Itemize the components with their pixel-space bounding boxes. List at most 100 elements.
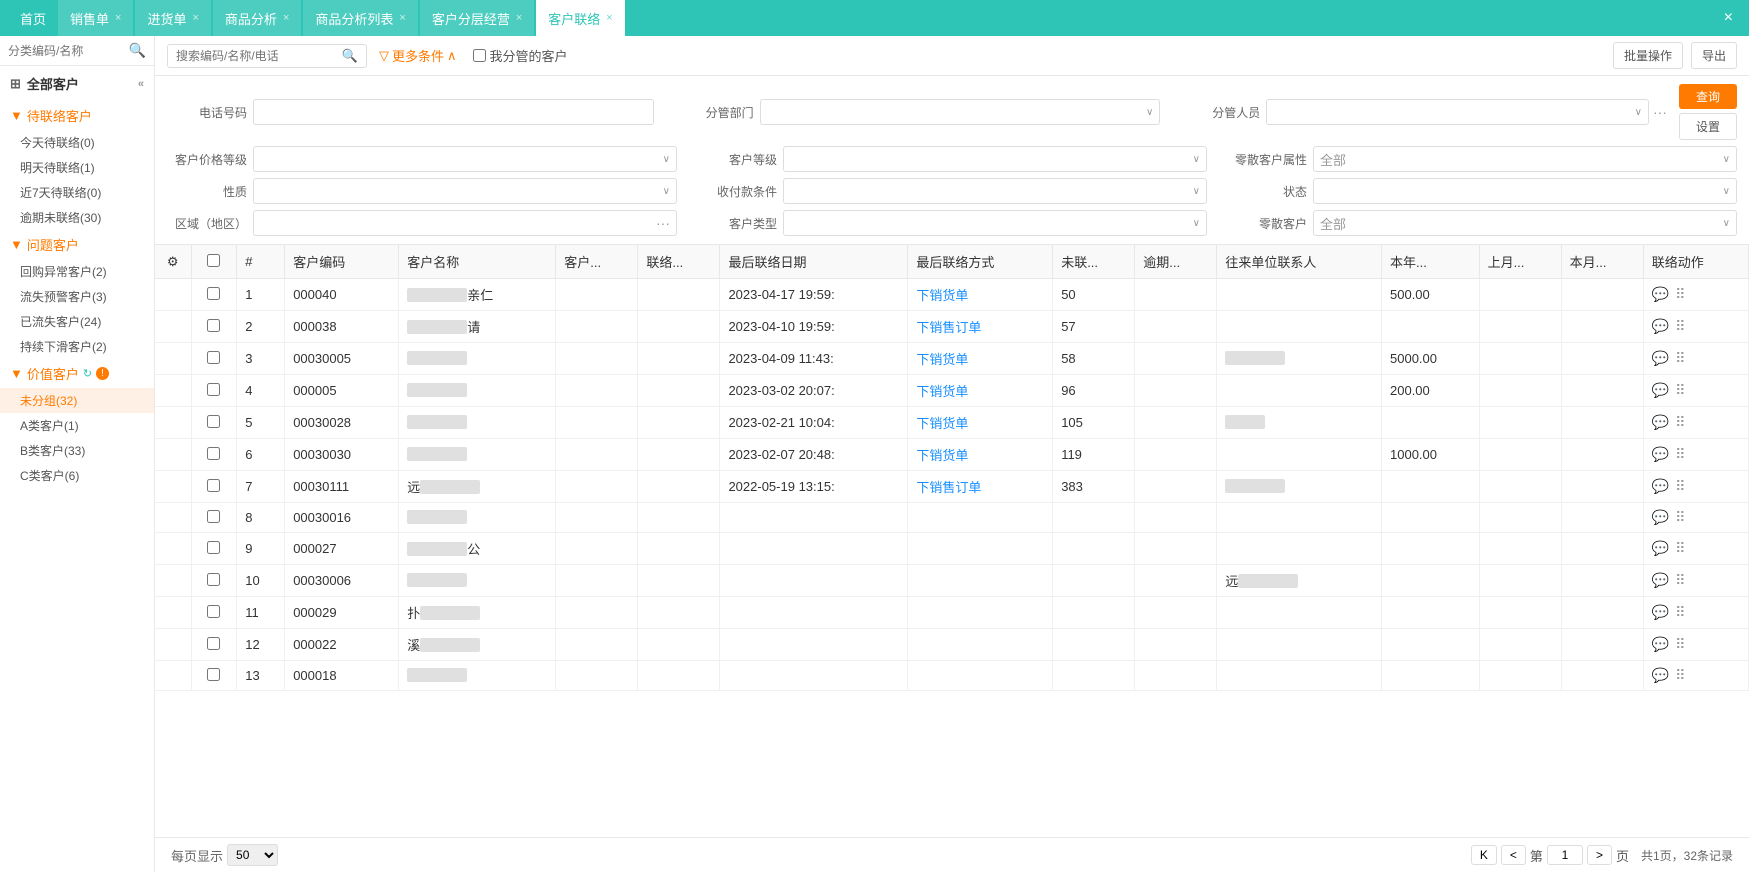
- sparse-attr-select[interactable]: 全部 ∨: [1313, 146, 1737, 172]
- message-icon[interactable]: 💬: [1652, 446, 1669, 463]
- this-month-column-header[interactable]: 本月...: [1561, 245, 1643, 279]
- close-tab-sales-icon[interactable]: ×: [115, 12, 121, 24]
- checkbox-cell[interactable]: [191, 279, 237, 311]
- settings-column-header[interactable]: ⚙: [155, 245, 191, 279]
- message-icon[interactable]: 💬: [1652, 478, 1669, 495]
- message-icon[interactable]: 💬: [1652, 540, 1669, 557]
- search-bar[interactable]: 🔍: [167, 44, 367, 68]
- main-search-input[interactable]: [176, 49, 342, 63]
- last-type-cell[interactable]: 下销货单: [908, 375, 1053, 407]
- person-select[interactable]: ∨: [1266, 99, 1649, 125]
- price-level-select[interactable]: ∨: [253, 146, 677, 172]
- my-customers-check[interactable]: [473, 49, 486, 62]
- close-tab-contact-icon[interactable]: ×: [606, 12, 612, 24]
- home-button[interactable]: 首页: [8, 9, 58, 28]
- message-icon[interactable]: 💬: [1652, 509, 1669, 526]
- reset-button[interactable]: 设置: [1679, 113, 1737, 140]
- checkbox-cell[interactable]: [191, 533, 237, 565]
- export-button[interactable]: 导出: [1691, 42, 1737, 69]
- checkbox-cell[interactable]: [191, 661, 237, 691]
- more-icon[interactable]: ⠿: [1675, 667, 1685, 684]
- name-column-header[interactable]: 客户名称: [399, 245, 556, 279]
- sidebar-item-b-class[interactable]: B类客户(33): [0, 438, 154, 463]
- per-page-selector[interactable]: 每页显示 50 100 200: [171, 844, 278, 866]
- more-icon[interactable]: ⠿: [1675, 478, 1685, 495]
- sidebar-search-icon[interactable]: 🔍: [129, 42, 146, 59]
- last-type-cell[interactable]: 下销货单: [908, 343, 1053, 375]
- close-tab-product-icon[interactable]: ×: [283, 12, 289, 24]
- tab-sales-order[interactable]: 销售单 ×: [58, 0, 133, 36]
- tab-purchase-order[interactable]: 进货单 ×: [135, 0, 210, 36]
- tab-product-analysis[interactable]: 商品分析 ×: [213, 0, 301, 36]
- checkbox-cell[interactable]: [191, 565, 237, 597]
- checkbox-cell[interactable]: [191, 503, 237, 533]
- query-button[interactable]: 查询: [1679, 84, 1737, 109]
- my-customers-checkbox[interactable]: 我分管的客户: [473, 46, 568, 65]
- more-icon[interactable]: ⠿: [1675, 286, 1685, 303]
- overdue-column-header[interactable]: 逾期...: [1135, 245, 1217, 279]
- contact-person-column-header[interactable]: 往来单位联系人: [1217, 245, 1382, 279]
- value-customers-section[interactable]: ▼ 价值客户 ↻ !: [0, 359, 154, 388]
- checkbox-cell[interactable]: [191, 439, 237, 471]
- per-page-select[interactable]: 50 100 200: [227, 844, 278, 866]
- person-dots-icon[interactable]: ···: [1653, 104, 1667, 120]
- last-contact-type-column-header[interactable]: 最后联络方式: [908, 245, 1053, 279]
- sidebar-item-7days[interactable]: 近7天待联络(0): [0, 180, 154, 205]
- sidebar-item-overdue[interactable]: 逾期未联络(30): [0, 205, 154, 230]
- region-dots-icon[interactable]: ···: [656, 215, 670, 231]
- page-number-input[interactable]: [1547, 845, 1583, 865]
- problem-customers-section[interactable]: ▼ 问题客户: [0, 230, 154, 259]
- close-tab-product-list-icon[interactable]: ×: [399, 12, 405, 24]
- code-column-header[interactable]: 客户编码: [285, 245, 399, 279]
- tab-customer-segment[interactable]: 客户分层经营 ×: [420, 0, 534, 36]
- message-icon[interactable]: 💬: [1652, 286, 1669, 303]
- sidebar-item-abnormal[interactable]: 回购异常客户(2): [0, 259, 154, 284]
- more-conditions-button[interactable]: ▽ 更多条件 ∧: [379, 46, 457, 65]
- last-type-cell[interactable]: 下销货单: [908, 439, 1053, 471]
- customer-type-select[interactable]: ∨: [783, 210, 1207, 236]
- checkbox-cell[interactable]: [191, 629, 237, 661]
- more-icon[interactable]: ⠿: [1675, 446, 1685, 463]
- prev-page-button[interactable]: <: [1501, 845, 1526, 865]
- sidebar-item-tomorrow[interactable]: 明天待联络(1): [0, 155, 154, 180]
- message-icon[interactable]: 💬: [1652, 382, 1669, 399]
- last-type-cell[interactable]: 下销货单: [908, 279, 1053, 311]
- close-tab-segment-icon[interactable]: ×: [516, 12, 522, 24]
- message-icon[interactable]: 💬: [1652, 414, 1669, 431]
- more-icon[interactable]: ⠿: [1675, 572, 1685, 589]
- sparse-customer-select[interactable]: 全部 ∨: [1313, 210, 1737, 236]
- sidebar-item-declining[interactable]: 持续下滑客户(2): [0, 334, 154, 359]
- more-icon[interactable]: ⠿: [1675, 509, 1685, 526]
- contact-column-header[interactable]: 联络...: [638, 245, 720, 279]
- batch-operation-button[interactable]: 批量操作: [1613, 42, 1683, 69]
- tab-product-analysis-list[interactable]: 商品分析列表 ×: [303, 0, 417, 36]
- sidebar-item-c-class[interactable]: C类客户(6): [0, 463, 154, 488]
- checkbox-column-header[interactable]: [191, 245, 237, 279]
- search-icon[interactable]: 🔍: [342, 48, 358, 64]
- select-all-checkbox[interactable]: [207, 254, 220, 267]
- next-page-button[interactable]: >: [1587, 845, 1612, 865]
- close-tab-purchase-icon[interactable]: ×: [192, 12, 198, 24]
- category-column-header[interactable]: 客户...: [556, 245, 638, 279]
- dept-select[interactable]: ∨: [760, 99, 1161, 125]
- message-icon[interactable]: 💬: [1652, 350, 1669, 367]
- status-select[interactable]: ∨: [1313, 178, 1737, 204]
- phone-input[interactable]: [253, 99, 654, 125]
- more-icon[interactable]: ⠿: [1675, 636, 1685, 653]
- window-close-button[interactable]: ×: [1716, 9, 1741, 27]
- more-icon[interactable]: ⠿: [1675, 604, 1685, 621]
- tab-customer-contact[interactable]: 客户联络 ×: [536, 0, 624, 36]
- pending-contact-section[interactable]: ▼ 待联络客户: [0, 101, 154, 130]
- sidebar-item-churned[interactable]: 已流失客户(24): [0, 309, 154, 334]
- payment-select[interactable]: ∨: [783, 178, 1207, 204]
- more-icon[interactable]: ⠿: [1675, 414, 1685, 431]
- more-icon[interactable]: ⠿: [1675, 382, 1685, 399]
- message-icon[interactable]: 💬: [1652, 604, 1669, 621]
- checkbox-cell[interactable]: [191, 471, 237, 503]
- sidebar-item-churn-warning[interactable]: 流失预警客户(3): [0, 284, 154, 309]
- all-customers-header[interactable]: ⊞ 全部客户 «: [0, 66, 154, 101]
- last-month-column-header[interactable]: 上月...: [1479, 245, 1561, 279]
- checkbox-cell[interactable]: [191, 375, 237, 407]
- last-type-cell[interactable]: 下销售订单: [908, 471, 1053, 503]
- more-icon[interactable]: ⠿: [1675, 350, 1685, 367]
